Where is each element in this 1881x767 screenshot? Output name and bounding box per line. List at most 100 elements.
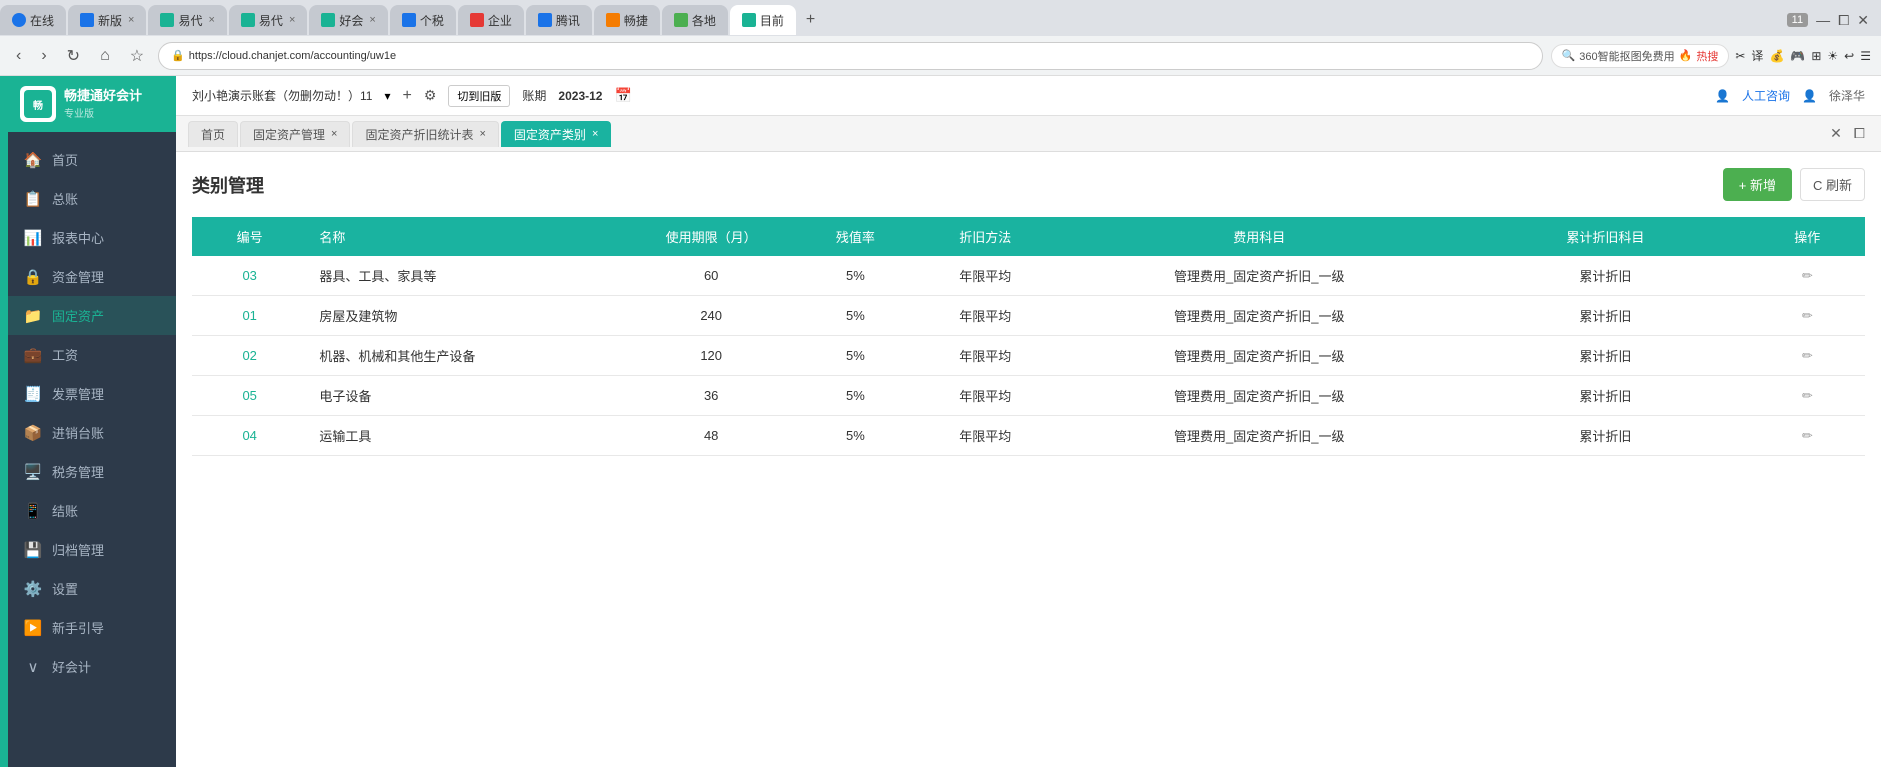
sidebar-item-fixed-assets[interactable]: 📁 固定资产 (8, 296, 176, 335)
categories-table: 编号 名称 使用期限（月） 残值率 折旧方法 费用科目 累计折旧科目 操作 03… (192, 217, 1865, 456)
minimize-icon[interactable]: — (1816, 12, 1830, 28)
sidebar-item-salary[interactable]: 💼 工资 (8, 335, 176, 374)
sidebar-item-invoice[interactable]: 🧾 发票管理 (8, 374, 176, 413)
browser-tab-gedi[interactable]: 各地 (662, 5, 728, 35)
reports-icon: 📊 (24, 229, 42, 247)
row-code-01[interactable]: 01 (192, 296, 307, 336)
browser-tab-tax[interactable]: 个税 (390, 5, 456, 35)
address-bar[interactable]: 🔒 https://cloud.chanjet.com/accounting/u… (158, 42, 1543, 70)
tab-close-depreciation[interactable]: × (479, 128, 485, 140)
tab-window-controls: ✕ ⧠ (1826, 123, 1869, 144)
edit-button-03[interactable]: ✏ (1802, 268, 1813, 284)
sidebar-item-guide[interactable]: ▶️ 新手引导 (8, 608, 176, 647)
tab-close-icon[interactable]: × (369, 14, 375, 26)
browser-tab-online[interactable]: 在线 (0, 5, 66, 35)
browser-tab-tencent[interactable]: 腾讯 (526, 5, 592, 35)
sidebar-item-settings[interactable]: ⚙️ 设置 (8, 569, 176, 608)
col-depreciation: 累计折旧科目 (1461, 217, 1749, 256)
row-code-02[interactable]: 02 (192, 336, 307, 376)
translate-icon[interactable]: 译 (1751, 47, 1763, 64)
row-salvage-04: 5% (798, 416, 913, 456)
new-tab-button[interactable]: + (798, 7, 823, 33)
row-actions-04: ✏ (1750, 416, 1865, 456)
url-display: https://cloud.chanjet.com/accounting/uw1… (189, 50, 396, 62)
row-period-05: 36 (625, 376, 798, 416)
consult-label[interactable]: 人工咨询 (1742, 87, 1790, 104)
add-account-button[interactable]: + (403, 87, 412, 105)
tab-close-fixed-mgmt[interactable]: × (331, 128, 337, 140)
restore-icon[interactable]: ⧠ (1838, 12, 1849, 29)
sidebar-item-purchase-sales[interactable]: 📦 进销台账 (8, 413, 176, 452)
browser-tab-haohui[interactable]: 好会 × (309, 5, 387, 35)
sidebar-item-more[interactable]: ∨ 好会计 (8, 647, 176, 686)
bookmark-button[interactable]: ☆ (124, 44, 150, 68)
row-actions-02: ✏ (1750, 336, 1865, 376)
history-icon[interactable]: ↩ (1844, 49, 1854, 63)
col-salvage: 残值率 (798, 217, 913, 256)
close-icon[interactable]: ✕ (1857, 12, 1869, 29)
browser-tab-current[interactable]: 目前 (730, 5, 796, 35)
edit-button-05[interactable]: ✏ (1802, 388, 1813, 404)
edit-button-02[interactable]: ✏ (1802, 348, 1813, 364)
row-name-03: 器具、工具、家具等 (307, 256, 624, 296)
tab-close-categories[interactable]: × (592, 128, 598, 140)
sidebar-item-tax[interactable]: 🖥️ 税务管理 (8, 452, 176, 491)
browser-chrome: 在线 新版 × 易代 × 易代 × 好会 × 个税 企业 (0, 0, 1881, 76)
add-category-button[interactable]: + 新增 (1723, 168, 1792, 201)
sidebar-item-reports[interactable]: 📊 报表中心 (8, 218, 176, 257)
refresh-table-button[interactable]: C 刷新 (1800, 168, 1865, 201)
row-expense-01: 管理费用_固定资产折旧_一级 (1057, 296, 1461, 336)
page-title-text: 类别管理 (192, 172, 264, 198)
browser-tab-yidai2[interactable]: 易代 × (229, 5, 307, 35)
edit-button-01[interactable]: ✏ (1802, 308, 1813, 324)
tab-categories[interactable]: 固定资产类别 × (501, 121, 611, 147)
browser-tab-yidai1[interactable]: 易代 × (148, 5, 226, 35)
sidebar-item-archive[interactable]: 💾 归档管理 (8, 530, 176, 569)
row-period-04: 48 (625, 416, 798, 456)
brightness-icon[interactable]: ☀ (1827, 49, 1838, 63)
page-body: 类别管理 + 新增 C 刷新 编号 名称 使用期限（月） 残值率 折旧方法 费用… (176, 152, 1881, 767)
sidebar-item-checkout[interactable]: 📱 结账 (8, 491, 176, 530)
sidebar-item-funds[interactable]: 🔒 资金管理 (8, 257, 176, 296)
user-expand-icon[interactable]: ▾ (384, 89, 390, 103)
row-code-03[interactable]: 03 (192, 256, 307, 296)
game-icon[interactable]: 🎮 (1790, 49, 1805, 63)
ledger-icon: 📋 (24, 190, 42, 208)
wallet-icon[interactable]: 💰 (1769, 49, 1784, 63)
sidebar-item-home[interactable]: 🏠 首页 (8, 140, 176, 179)
cut-icon[interactable]: ✂ (1735, 49, 1745, 63)
user-info: 刘小艳演示账套（勿删勿动！）11 (192, 87, 372, 104)
window-close-button[interactable]: ✕ (1826, 123, 1846, 144)
refresh-button[interactable]: ↻ (61, 44, 86, 68)
more-icon: ∨ (24, 658, 42, 676)
window-maximize-button[interactable]: ⧠ (1850, 123, 1869, 144)
tab-close-icon[interactable]: × (289, 14, 295, 26)
tab-close-icon[interactable]: × (128, 14, 134, 26)
settings-button[interactable]: ⚙ (424, 87, 437, 104)
row-code-05[interactable]: 05 (192, 376, 307, 416)
forward-button[interactable]: › (35, 45, 52, 67)
browser-tab-new[interactable]: 新版 × (68, 5, 146, 35)
switch-version-button[interactable]: 切到旧版 (448, 85, 510, 107)
app-wrapper: 畅 畅捷通好会计 专业版 🏠 首页 📋 总账 📊 报表中心 🔒 资金管理 (0, 76, 1881, 767)
row-salvage-02: 5% (798, 336, 913, 376)
back-button[interactable]: ‹ (10, 45, 27, 67)
tab-fixed-mgmt[interactable]: 固定资产管理 × (240, 121, 350, 147)
browser-tab-enterprise[interactable]: 企业 (458, 5, 524, 35)
calendar-icon[interactable]: 📅 (614, 87, 631, 104)
menu-icon[interactable]: ☰ (1860, 49, 1871, 63)
edit-button-04[interactable]: ✏ (1802, 428, 1813, 444)
sidebar-item-ledger[interactable]: 📋 总账 (8, 179, 176, 218)
grid-icon[interactable]: ⊞ (1811, 49, 1821, 63)
tab-home[interactable]: 首页 (188, 121, 238, 147)
funds-icon: 🔒 (24, 268, 42, 286)
purchase-sales-icon: 📦 (24, 424, 42, 442)
search-box[interactable]: 🔍 360智能抠图免费用 🔥 热搜 (1551, 44, 1730, 68)
tab-close-icon[interactable]: × (208, 14, 214, 26)
row-code-04[interactable]: 04 (192, 416, 307, 456)
browser-tab-changjie[interactable]: 畅捷 (594, 5, 660, 35)
tab-depreciation[interactable]: 固定资产折旧统计表 × (352, 121, 498, 147)
row-period-01: 240 (625, 296, 798, 336)
home-button[interactable]: ⌂ (94, 45, 116, 67)
col-method: 折旧方法 (913, 217, 1057, 256)
